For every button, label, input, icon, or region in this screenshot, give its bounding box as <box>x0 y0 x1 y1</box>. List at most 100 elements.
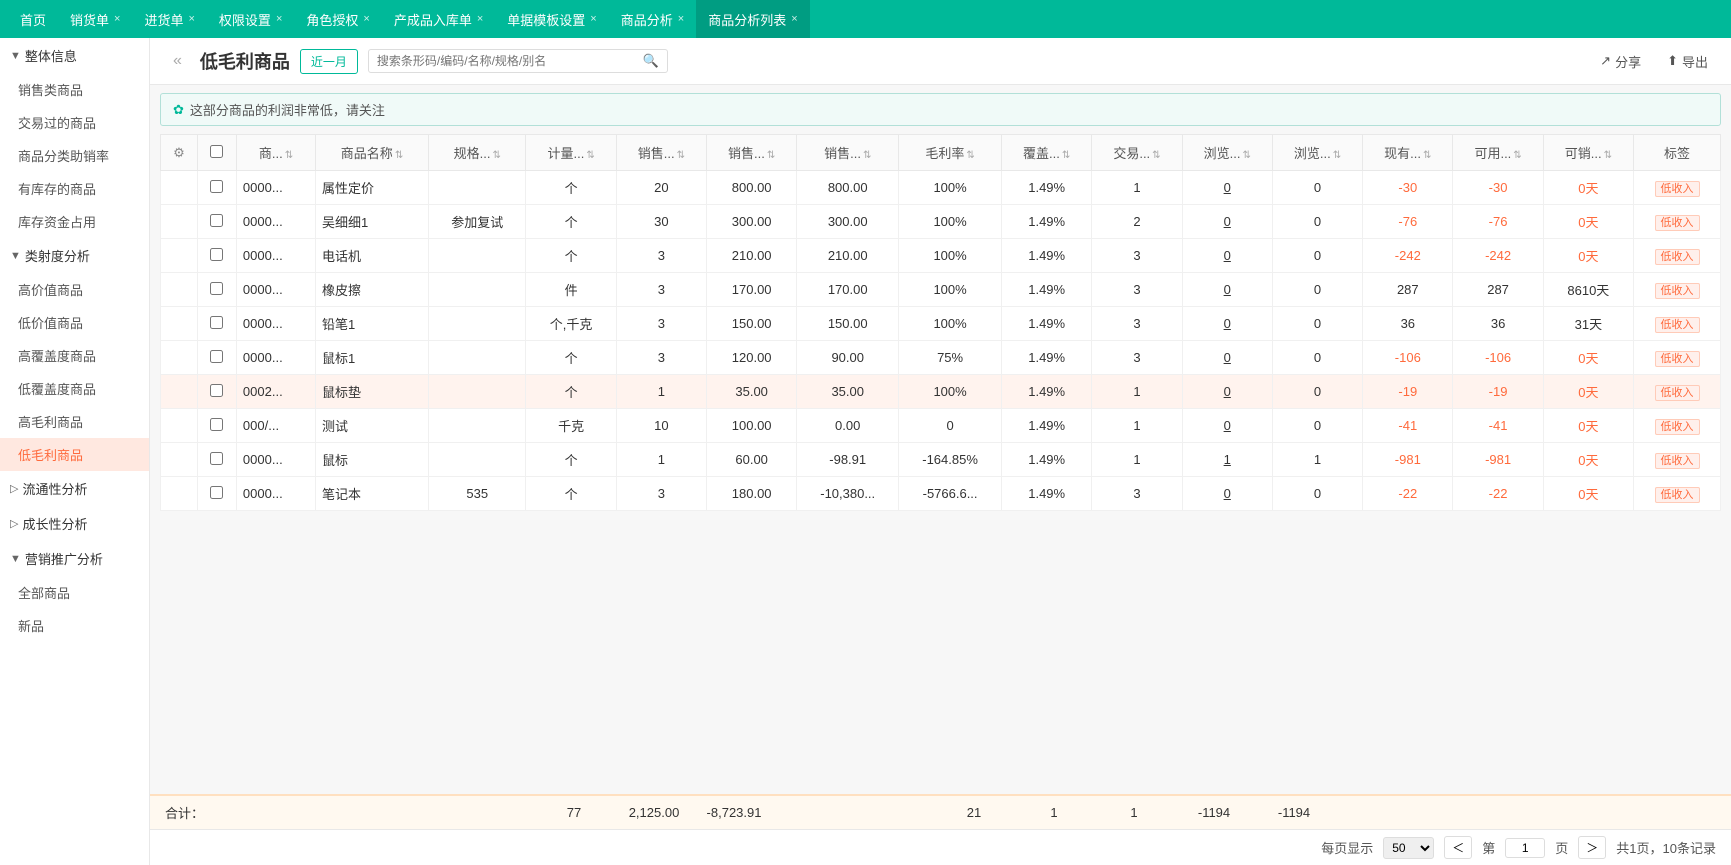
table-wrapper: ⚙ 商...⇅ 商品名称⇅ 规格...⇅ 计量...⇅ 销售...⇅ 销售...… <box>150 134 1731 794</box>
col-gear[interactable]: ⚙ <box>161 135 198 171</box>
row-checkbox[interactable] <box>210 350 223 363</box>
row-checkbox[interactable] <box>210 486 223 499</box>
col-sale3[interactable]: 销售...⇅ <box>797 135 899 171</box>
col-spec[interactable]: 规格...⇅ <box>429 135 526 171</box>
sidebar-group-overall[interactable]: ▼ 整体信息 <box>0 38 149 73</box>
share-button[interactable]: ↗ 分享 <box>1592 49 1649 74</box>
row-check[interactable] <box>197 443 236 477</box>
nav-item-purchase[interactable]: 进货单 × <box>132 0 206 38</box>
sidebar-item-high-coverage[interactable]: 高覆盖度商品 <box>0 339 149 372</box>
row-check[interactable] <box>197 307 236 341</box>
sidebar-group-marketing[interactable]: ▼ 营销推广分析 <box>0 541 149 576</box>
sidebar-item-category-rate[interactable]: 商品分类助销率 <box>0 139 149 172</box>
sidebar-item-sales-goods[interactable]: 销售类商品 <box>0 73 149 106</box>
row-check[interactable] <box>197 171 236 205</box>
gear-icon[interactable]: ⚙ <box>173 145 185 160</box>
row-browse1[interactable]: 0 <box>1182 477 1272 511</box>
col-gross[interactable]: 毛利率⇅ <box>899 135 1002 171</box>
close-icon[interactable]: × <box>678 13 684 25</box>
row-browse1[interactable]: 1 <box>1182 443 1272 477</box>
nav-item-sales[interactable]: 销货单 × <box>58 0 132 38</box>
row-checkbox[interactable] <box>210 384 223 397</box>
row-gross: 100% <box>899 273 1002 307</box>
row-browse1[interactable]: 0 <box>1182 273 1272 307</box>
select-all-checkbox[interactable] <box>210 145 223 158</box>
sidebar-item-low-coverage[interactable]: 低覆盖度商品 <box>0 372 149 405</box>
row-tag: 低收入 <box>1634 477 1721 511</box>
close-icon[interactable]: × <box>590 13 596 25</box>
row-checkbox[interactable] <box>210 282 223 295</box>
page-size-select[interactable]: 50 100 200 <box>1383 837 1434 859</box>
col-check[interactable] <box>197 135 236 171</box>
sidebar-item-low-profit[interactable]: 低毛利商品 <box>0 438 149 471</box>
search-icon[interactable]: 🔍 <box>643 53 659 69</box>
close-icon[interactable]: × <box>477 13 483 25</box>
row-check[interactable] <box>197 273 236 307</box>
row-check[interactable] <box>197 239 236 273</box>
row-checkbox[interactable] <box>210 418 223 431</box>
row-check[interactable] <box>197 375 236 409</box>
sidebar-item-traded-goods[interactable]: 交易过的商品 <box>0 106 149 139</box>
nav-item-analysis[interactable]: 商品分析 × <box>609 0 696 38</box>
page-number-input[interactable] <box>1505 838 1545 858</box>
sidebar-item-high-value[interactable]: 高价值商品 <box>0 273 149 306</box>
col-stock2[interactable]: 可用...⇅ <box>1453 135 1543 171</box>
row-browse1[interactable]: 0 <box>1182 341 1272 375</box>
sidebar-item-new-goods[interactable]: 新品 <box>0 609 149 642</box>
nav-item-roles[interactable]: 角色授权 × <box>294 0 381 38</box>
row-browse1[interactable]: 0 <box>1182 307 1272 341</box>
sidebar-item-stock-capital[interactable]: 库存资金占用 <box>0 205 149 238</box>
sidebar-item-high-profit[interactable]: 高毛利商品 <box>0 405 149 438</box>
row-check[interactable] <box>197 205 236 239</box>
nav-item-product-in[interactable]: 产成品入库单 × <box>382 0 495 38</box>
sidebar-group-density[interactable]: ▼ 类射度分析 <box>0 238 149 273</box>
col-browse2[interactable]: 浏览...⇅ <box>1272 135 1362 171</box>
row-checkbox[interactable] <box>210 248 223 261</box>
nav-item-permissions[interactable]: 权限设置 × <box>207 0 294 38</box>
row-checkbox[interactable] <box>210 214 223 227</box>
nav-item-template[interactable]: 单据模板设置 × <box>495 0 608 38</box>
close-icon[interactable]: × <box>188 13 194 25</box>
close-icon[interactable]: × <box>276 13 282 25</box>
row-checkbox[interactable] <box>210 180 223 193</box>
close-icon[interactable]: × <box>114 13 120 25</box>
row-check[interactable] <box>197 477 236 511</box>
col-stock3[interactable]: 可销...⇅ <box>1543 135 1633 171</box>
col-code[interactable]: 商...⇅ <box>236 135 315 171</box>
sidebar-item-in-stock[interactable]: 有库存的商品 <box>0 172 149 205</box>
col-coverage[interactable]: 覆盖...⇅ <box>1002 135 1092 171</box>
col-sale2[interactable]: 销售...⇅ <box>707 135 797 171</box>
row-browse1[interactable]: 0 <box>1182 375 1272 409</box>
col-name[interactable]: 商品名称⇅ <box>316 135 429 171</box>
close-icon[interactable]: × <box>791 13 797 25</box>
sidebar-item-all-goods[interactable]: 全部商品 <box>0 576 149 609</box>
col-tag[interactable]: 标签 <box>1634 135 1721 171</box>
row-checkbox[interactable] <box>210 316 223 329</box>
close-icon[interactable]: × <box>363 13 369 25</box>
row-check[interactable] <box>197 341 236 375</box>
col-trans[interactable]: 交易...⇅ <box>1092 135 1182 171</box>
row-checkbox[interactable] <box>210 452 223 465</box>
footer-sale1: 77 <box>544 805 604 820</box>
col-browse1[interactable]: 浏览...⇅ <box>1182 135 1272 171</box>
row-browse1[interactable]: 0 <box>1182 205 1272 239</box>
nav-item-home[interactable]: 首页 <box>8 0 58 38</box>
sidebar-group-growth[interactable]: ▷ 成长性分析 <box>0 506 149 541</box>
row-browse1[interactable]: 0 <box>1182 171 1272 205</box>
row-browse1[interactable]: 0 <box>1182 409 1272 443</box>
col-unit[interactable]: 计量...⇅ <box>526 135 616 171</box>
row-sale1: 3 <box>616 239 706 273</box>
prev-page-button[interactable]: ＜ <box>1444 836 1472 859</box>
sidebar-item-low-value[interactable]: 低价值商品 <box>0 306 149 339</box>
filter-month-button[interactable]: 近一月 <box>300 49 358 74</box>
sidebar-collapse-button[interactable]: « <box>165 52 190 70</box>
col-stock1[interactable]: 现有...⇅ <box>1363 135 1453 171</box>
nav-item-analysis-list[interactable]: 商品分析列表 × <box>696 0 809 38</box>
row-check[interactable] <box>197 409 236 443</box>
next-page-button[interactable]: ＞ <box>1578 836 1606 859</box>
col-sale1[interactable]: 销售...⇅ <box>616 135 706 171</box>
search-input[interactable] <box>377 54 643 68</box>
sidebar-group-flow[interactable]: ▷ 流通性分析 <box>0 471 149 506</box>
row-browse1[interactable]: 0 <box>1182 239 1272 273</box>
export-button[interactable]: ⬆ 导出 <box>1659 49 1716 74</box>
